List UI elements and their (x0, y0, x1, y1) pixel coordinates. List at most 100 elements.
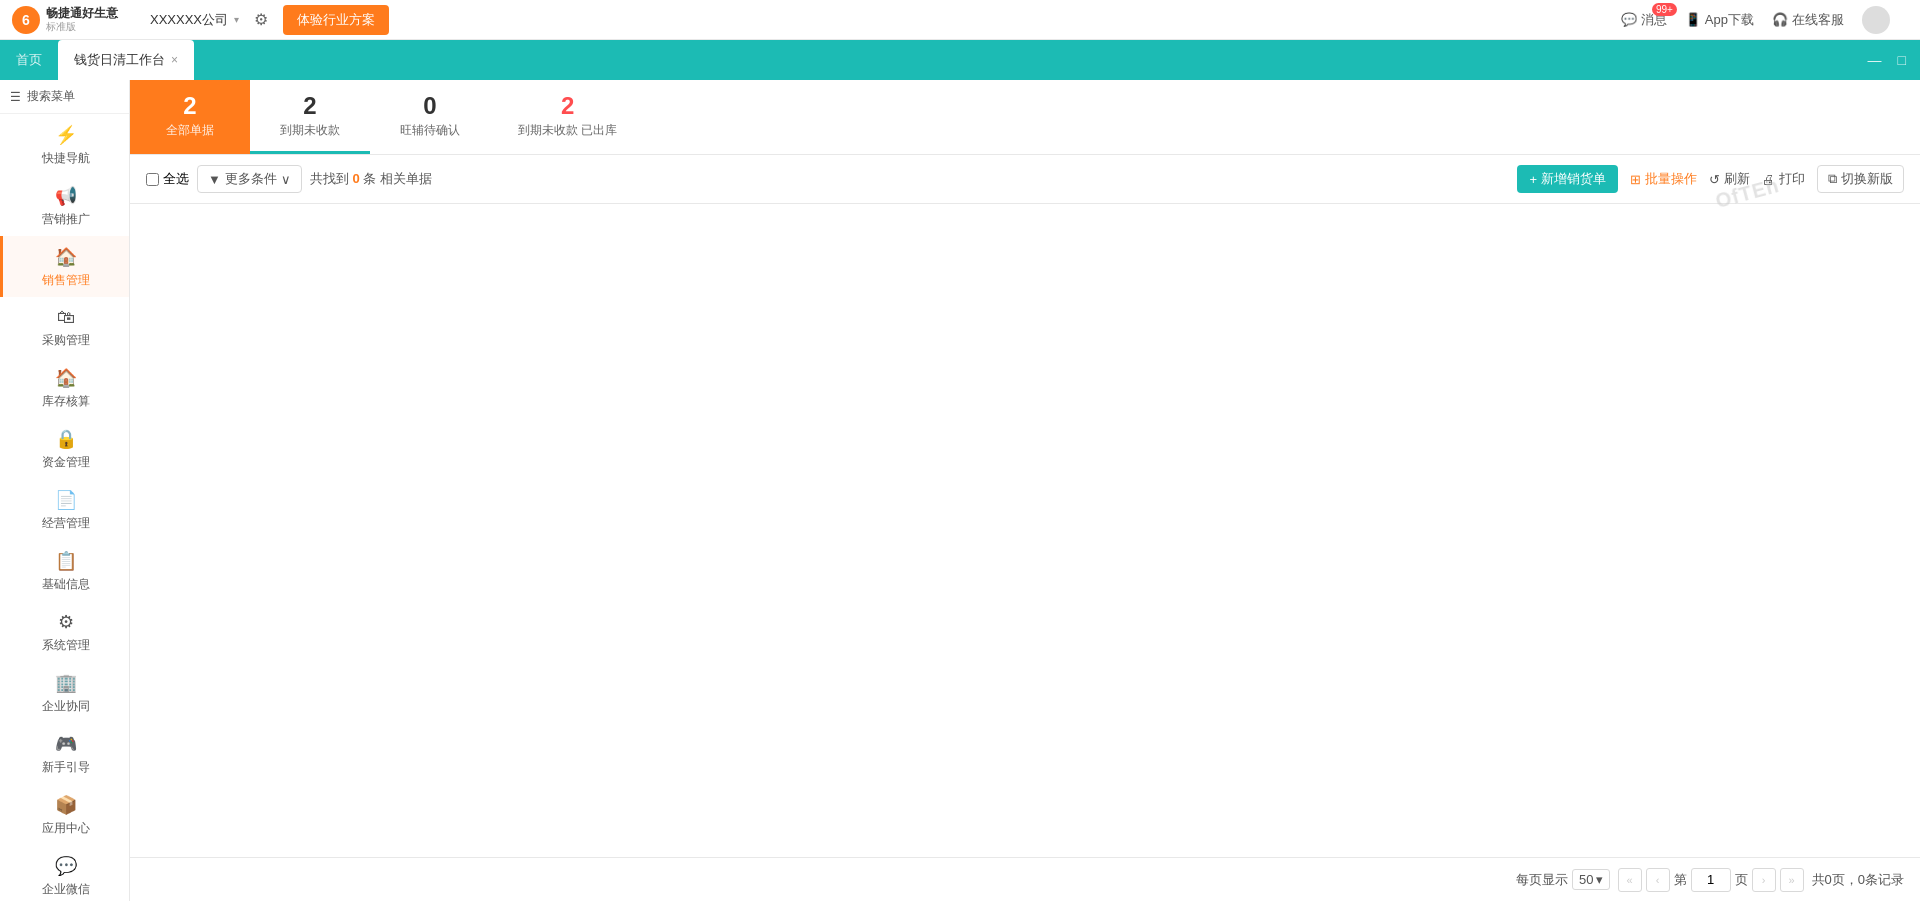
summary-label-overdue-shipped: 到期未收款 已出库 (518, 122, 617, 139)
trial-button[interactable]: 体验行业方案 (283, 5, 389, 35)
sidebar-item-capital[interactable]: 🔒 资金管理 (0, 418, 129, 479)
service-icon: 🎧 (1772, 12, 1788, 27)
summary-card-wangwang[interactable]: 0 旺辅待确认 (370, 80, 490, 154)
sidebar-item-label: 应用中心 (42, 820, 90, 837)
page-nav: « ‹ 第 页 › » (1618, 868, 1804, 892)
sidebar-item-label: 销售管理 (42, 272, 90, 289)
summary-label-all: 全部单据 (166, 122, 214, 139)
tab-minimize-btn[interactable]: — (1862, 50, 1888, 70)
batch-icon: ⊞ (1630, 172, 1641, 187)
per-page-chevron: ▾ (1596, 872, 1603, 887)
tab-home-label: 首页 (16, 51, 42, 69)
sidebar-item-label: 经营管理 (42, 515, 90, 532)
summary-count-overdue-shipped: 2 (561, 92, 574, 120)
summary-card-all[interactable]: 2 全部单据 (130, 80, 250, 154)
prev-page-icon: ‹ (1656, 874, 1660, 886)
sidebar-item-guide[interactable]: 🎮 新手引导 (0, 723, 129, 784)
batch-action-btn[interactable]: ⊞ 批量操作 (1630, 170, 1697, 188)
summary-label-wangwang: 旺辅待确认 (400, 122, 460, 139)
filter-icon: ▼ (208, 172, 221, 187)
tab-maximize-btn[interactable]: □ (1892, 50, 1912, 70)
tab-home[interactable]: 首页 (0, 40, 58, 80)
logo-text: 畅捷通好生意 标准版 (46, 6, 118, 32)
page-size-select: 每页显示 50 ▾ (1516, 869, 1609, 890)
tab-work[interactable]: 钱货日清工作台 × (58, 40, 194, 80)
first-page-btn[interactable]: « (1618, 868, 1642, 892)
page-input[interactable] (1691, 868, 1731, 892)
settings-icon-btn[interactable]: ⚙ (247, 6, 275, 34)
filter-chevron-icon: ∨ (281, 172, 291, 187)
refresh-label: 刷新 (1724, 170, 1750, 188)
app-download-label: App下载 (1705, 11, 1754, 29)
sidebar-item-label: 基础信息 (42, 576, 90, 593)
next-page-btn[interactable]: › (1752, 868, 1776, 892)
summary-count-overdue: 2 (303, 92, 316, 120)
new-sales-order-button[interactable]: + 新增销货单 (1517, 165, 1618, 193)
sidebar-search-label: 搜索菜单 (27, 88, 75, 105)
sidebar-item-label: 资金管理 (42, 454, 90, 471)
filter-label: 更多条件 (225, 170, 277, 188)
sidebar-item-app-center[interactable]: 📦 应用中心 (0, 784, 129, 845)
prev-page-btn[interactable]: ‹ (1646, 868, 1670, 892)
operation-icon: 📄 (55, 489, 77, 511)
summary-card-overdue[interactable]: 2 到期未收款 (250, 80, 370, 154)
message-action[interactable]: 💬 消息 99 (1621, 11, 1667, 29)
sidebar-item-inventory[interactable]: 🏠 库存核算 (0, 357, 129, 418)
summary-card-overdue-shipped[interactable]: 2 到期未收款 已出库 (490, 80, 645, 154)
sidebar-item-quick-nav[interactable]: ⚡ 快捷导航 (0, 114, 129, 175)
print-label: 打印 (1779, 170, 1805, 188)
select-all-input[interactable] (146, 173, 159, 186)
company-selector[interactable]: XXXXXX公司 ▾ (142, 7, 247, 33)
summary-label-overdue: 到期未收款 (280, 122, 340, 139)
online-service-action[interactable]: 🎧 在线客服 (1772, 11, 1844, 29)
enterprise-icon: 🏢 (55, 672, 77, 694)
sidebar-item-label: 库存核算 (42, 393, 90, 410)
top-header: 6 畅捷通好生意 标准版 XXXXXX公司 ▾ ⚙ 体验行业方案 💬 消息 99… (0, 0, 1920, 40)
main-layout: ☰ 搜索菜单 ⚡ 快捷导航 📢 营销推广 🏠 销售管理 🛍 采购管理 🏠 库存核… (0, 80, 1920, 901)
app-center-icon: 📦 (55, 794, 77, 816)
sidebar-item-enterprise[interactable]: 🏢 企业协同 (0, 662, 129, 723)
found-unit: 条 (363, 171, 376, 186)
company-name: XXXXXX公司 (150, 11, 228, 29)
refresh-btn[interactable]: ↺ 刷新 (1709, 170, 1750, 188)
sidebar-item-operation[interactable]: 📄 经营管理 (0, 479, 129, 540)
switch-version-button[interactable]: ⧉ 切换新版 (1817, 165, 1904, 193)
last-page-icon: » (1788, 874, 1794, 886)
sidebar-item-marketing[interactable]: 📢 营销推广 (0, 175, 129, 236)
page-label: 第 (1674, 871, 1687, 889)
avatar[interactable] (1862, 6, 1890, 34)
first-page-icon: « (1626, 874, 1632, 886)
header-right: 💬 消息 99 📱 App下载 🎧 在线客服 (1621, 6, 1908, 34)
search-icon: ☰ (10, 90, 21, 104)
sidebar-item-wechat[interactable]: 💬 企业微信 (0, 845, 129, 901)
message-icon: 💬 (1621, 12, 1637, 27)
last-page-btn[interactable]: » (1780, 868, 1804, 892)
message-badge: 99 (1652, 3, 1677, 16)
summary-cards: 2 全部单据 2 到期未收款 0 旺辅待确认 2 到期未收款 已出库 (130, 80, 1920, 155)
basic-info-icon: 📋 (55, 550, 77, 572)
page-suffix: 页 (1735, 871, 1748, 889)
online-service-label: 在线客服 (1792, 11, 1844, 29)
system-icon: ⚙ (58, 611, 74, 633)
select-all-checkbox[interactable]: 全选 (146, 170, 189, 188)
toolbar: 全选 ▼ 更多条件 ∨ 共找到 0 条 相关单据 + 新增销货单 ⊞ (130, 155, 1920, 204)
sidebar-item-sales[interactable]: 🏠 销售管理 (0, 236, 129, 297)
sidebar-item-system[interactable]: ⚙ 系统管理 (0, 601, 129, 662)
sidebar-item-label: 企业协同 (42, 698, 90, 715)
tab-nav: 首页 钱货日清工作台 × — □ (0, 40, 1920, 80)
sidebar-item-label: 采购管理 (42, 332, 90, 349)
per-page-value: 50 (1579, 872, 1593, 887)
total-records: 共0页，0条记录 (1812, 871, 1904, 889)
sidebar-item-basic-info[interactable]: 📋 基础信息 (0, 540, 129, 601)
per-page-dropdown[interactable]: 50 ▾ (1572, 869, 1609, 890)
sidebar-item-purchase[interactable]: 🛍 采购管理 (0, 297, 129, 357)
sidebar-item-label: 企业微信 (42, 881, 90, 898)
tab-close-icon[interactable]: × (171, 53, 178, 67)
switch-label: 切换新版 (1841, 170, 1893, 188)
sidebar: ☰ 搜索菜单 ⚡ 快捷导航 📢 营销推广 🏠 销售管理 🛍 采购管理 🏠 库存核… (0, 80, 130, 901)
filter-button[interactable]: ▼ 更多条件 ∨ (197, 165, 302, 193)
print-btn[interactable]: 🖨 打印 (1762, 170, 1805, 188)
sidebar-search[interactable]: ☰ 搜索菜单 (0, 80, 129, 114)
app-download-action[interactable]: 📱 App下载 (1685, 11, 1754, 29)
switch-icon: ⧉ (1828, 171, 1837, 187)
